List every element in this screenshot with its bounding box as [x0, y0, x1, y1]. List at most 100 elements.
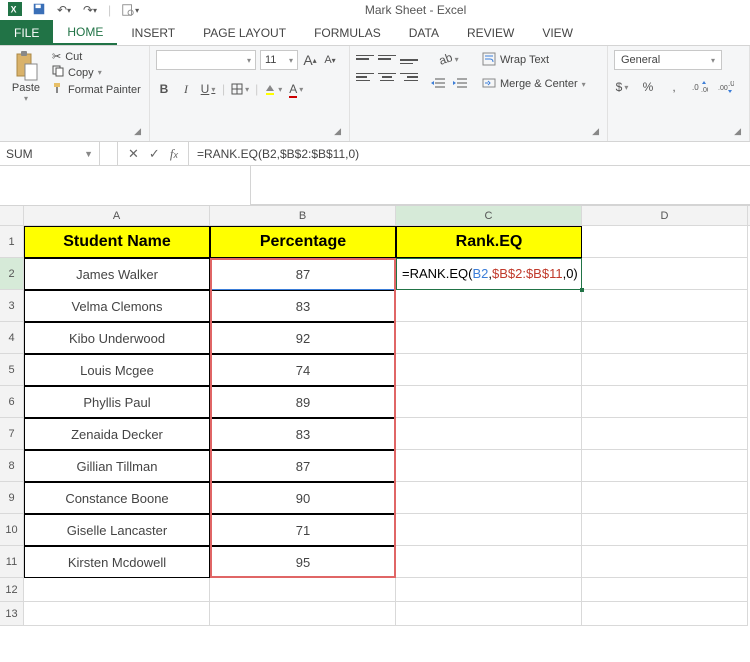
row-header[interactable]: 12 [0, 578, 24, 602]
cell[interactable] [24, 578, 210, 602]
increase-decimal-button[interactable]: .0.00 [692, 78, 708, 96]
tab-file[interactable]: FILE [0, 20, 53, 45]
merge-center-button[interactable]: Merge & Center▾ [482, 74, 586, 94]
cancel-icon[interactable]: ✕ [128, 146, 139, 162]
wrap-text-button[interactable]: Wrap Text [482, 50, 586, 70]
cell-d3[interactable] [582, 290, 748, 322]
paste-dropdown-icon[interactable]: ▾ [24, 94, 28, 103]
row-header[interactable]: 3 [0, 290, 24, 322]
cell[interactable] [582, 578, 748, 602]
fill-color-button[interactable] [264, 80, 282, 98]
print-preview-icon[interactable]: ▾ [121, 1, 139, 19]
cell-a7[interactable]: Zenaida Decker [24, 418, 210, 450]
cell-d2[interactable] [582, 258, 748, 290]
align-bottom-button[interactable] [400, 50, 418, 64]
row-header[interactable]: 2 [0, 258, 24, 290]
spreadsheet-grid[interactable]: A B C D 1 Student Name Percentage Rank.E… [0, 206, 750, 626]
redo-icon[interactable]: ↷▾ [82, 1, 98, 19]
number-format-select[interactable]: General▾ [614, 50, 722, 70]
row-header[interactable]: 10 [0, 514, 24, 546]
cell-b2[interactable]: 87 [210, 258, 396, 290]
cell-c7[interactable] [396, 418, 582, 450]
cell-c10[interactable] [396, 514, 582, 546]
row-header[interactable]: 4 [0, 322, 24, 354]
cell-b5[interactable]: 74 [210, 354, 396, 386]
align-middle-button[interactable] [378, 50, 396, 64]
cell-b3[interactable]: 83 [210, 290, 396, 322]
save-icon[interactable] [32, 2, 46, 19]
cell-b8[interactable]: 87 [210, 450, 396, 482]
col-header-a[interactable]: A [24, 206, 210, 225]
increase-indent-button[interactable] [452, 74, 468, 92]
cell-c8[interactable] [396, 450, 582, 482]
cell-c9[interactable] [396, 482, 582, 514]
tab-home[interactable]: HOME [53, 20, 117, 45]
cell-d8[interactable] [582, 450, 748, 482]
font-size-select[interactable]: 11▾ [260, 50, 298, 70]
cell-d7[interactable] [582, 418, 748, 450]
row-header[interactable]: 6 [0, 386, 24, 418]
cell-a10[interactable]: Giselle Lancaster [24, 514, 210, 546]
name-box-dropdown-icon[interactable]: ▼ [84, 149, 93, 159]
currency-button[interactable]: $ [614, 78, 630, 96]
cell-a5[interactable]: Louis Mcgee [24, 354, 210, 386]
col-header-c[interactable]: C [396, 206, 582, 225]
col-header-d[interactable]: D [582, 206, 748, 225]
underline-button[interactable]: U [200, 80, 216, 98]
cell-c2[interactable]: =RANK.EQ(B2,$B$2:$B$11,0) [396, 258, 582, 290]
font-color-button[interactable]: A [288, 80, 304, 98]
clipboard-dialog-icon[interactable]: ◢ [134, 126, 141, 137]
row-header[interactable]: 8 [0, 450, 24, 482]
cell-d4[interactable] [582, 322, 748, 354]
font-dialog-icon[interactable]: ◢ [334, 126, 341, 137]
row-header[interactable]: 1 [0, 226, 24, 258]
cell-b9[interactable]: 90 [210, 482, 396, 514]
cell-d10[interactable] [582, 514, 748, 546]
tab-review[interactable]: REVIEW [453, 20, 528, 45]
cell-b7[interactable]: 83 [210, 418, 396, 450]
bold-button[interactable]: B [156, 80, 172, 98]
shrink-font-button[interactable]: A▾ [322, 51, 338, 69]
tab-view[interactable]: VIEW [528, 20, 587, 45]
cell-b10[interactable]: 71 [210, 514, 396, 546]
cell-a2[interactable]: James Walker [24, 258, 210, 290]
italic-button[interactable]: I [178, 80, 194, 98]
cell[interactable] [582, 602, 748, 626]
cell-c1[interactable]: Rank.EQ [396, 226, 582, 258]
cell-c3[interactable] [396, 290, 582, 322]
cell-b1[interactable]: Percentage [210, 226, 396, 258]
cell-a4[interactable]: Kibo Underwood [24, 322, 210, 354]
cell-d6[interactable] [582, 386, 748, 418]
cell-c5[interactable] [396, 354, 582, 386]
align-left-button[interactable] [356, 70, 374, 84]
row-header[interactable]: 5 [0, 354, 24, 386]
percent-button[interactable]: % [640, 78, 656, 96]
align-center-button[interactable] [378, 70, 396, 84]
cell-a8[interactable]: Gillian Tillman [24, 450, 210, 482]
tab-insert[interactable]: INSERT [117, 20, 189, 45]
grow-font-button[interactable]: A▴ [302, 51, 318, 69]
cell[interactable] [396, 578, 582, 602]
cell-a11[interactable]: Kirsten Mcdowell [24, 546, 210, 578]
select-all-button[interactable] [0, 206, 24, 225]
cell[interactable] [210, 578, 396, 602]
cell-d9[interactable] [582, 482, 748, 514]
cell-d1[interactable] [582, 226, 748, 258]
number-dialog-icon[interactable]: ◢ [734, 126, 741, 137]
align-right-button[interactable] [400, 70, 418, 84]
comma-button[interactable]: , [666, 78, 682, 96]
row-header[interactable]: 11 [0, 546, 24, 578]
font-name-select[interactable]: ▾ [156, 50, 256, 70]
paste-button[interactable]: Paste ▾ [6, 50, 46, 103]
decrease-indent-button[interactable] [430, 74, 446, 92]
orientation-button[interactable]: ab [430, 50, 468, 68]
col-header-b[interactable]: B [210, 206, 396, 225]
decrease-decimal-button[interactable]: .00.0 [718, 78, 734, 96]
alignment-dialog-icon[interactable]: ◢ [592, 126, 599, 137]
cell-b11[interactable]: 95 [210, 546, 396, 578]
cell[interactable] [210, 602, 396, 626]
tab-formulas[interactable]: FORMULAS [300, 20, 395, 45]
cell-a3[interactable]: Velma Clemons [24, 290, 210, 322]
name-box[interactable]: SUM▼ [0, 142, 100, 165]
undo-icon[interactable]: ↶▾ [56, 1, 72, 19]
